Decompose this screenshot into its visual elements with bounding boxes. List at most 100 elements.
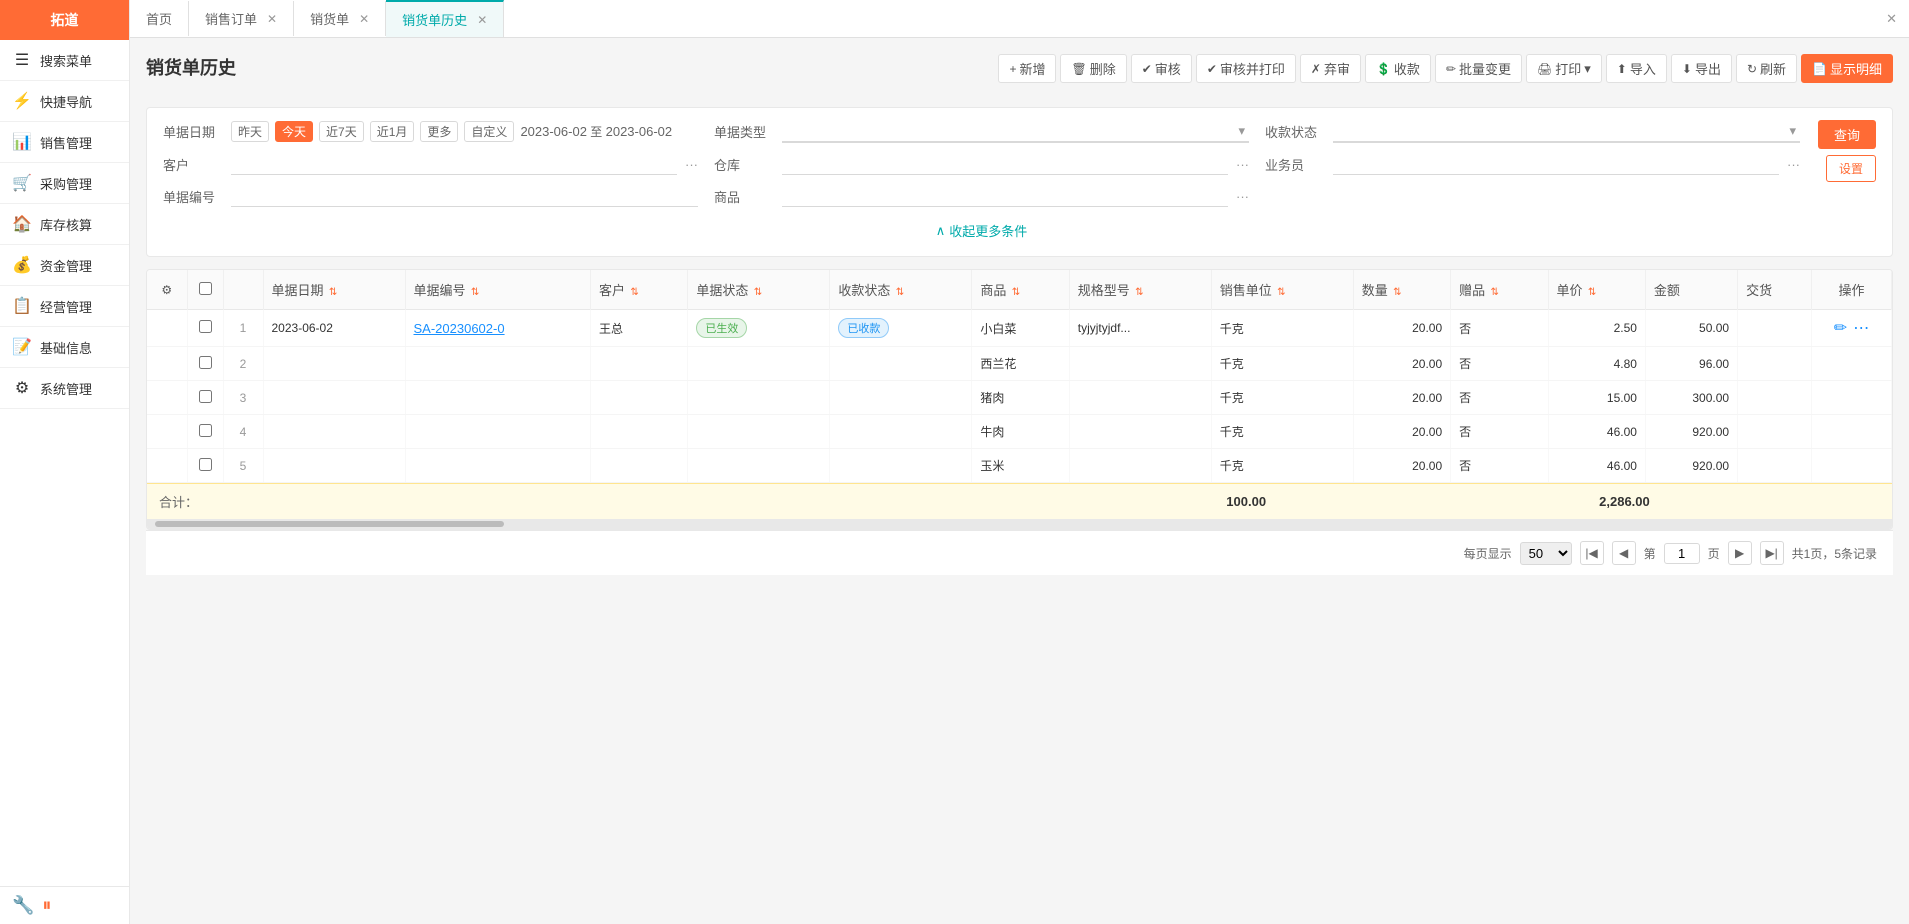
tab-sales-order[interactable]: 销售订单 ✕ bbox=[189, 1, 294, 36]
row-doc-no[interactable] bbox=[405, 381, 590, 415]
row-checkbox[interactable] bbox=[199, 424, 212, 437]
col-spec[interactable]: 规格型号 ⇅ bbox=[1069, 270, 1211, 310]
row-checkbox[interactable] bbox=[199, 458, 212, 471]
print-button[interactable]: 🖨 打印 ▾ bbox=[1526, 54, 1602, 83]
table-wrap: ⚙ 单据日期 ⇅ 单据编号 ⇅ bbox=[146, 269, 1893, 530]
row-checkbox[interactable] bbox=[199, 356, 212, 369]
audit-print-button[interactable]: ✔ 审核并打印 bbox=[1196, 54, 1296, 83]
sidebar-item-basic-info[interactable]: 📝 基础信息 bbox=[0, 327, 129, 368]
abandon-button[interactable]: ✗ 弃审 bbox=[1300, 54, 1361, 83]
date-1month-btn[interactable]: 近1月 bbox=[370, 121, 415, 142]
goods-dots[interactable]: ··· bbox=[1236, 189, 1249, 204]
doc-type-select-wrap[interactable]: ▾ bbox=[782, 120, 1249, 143]
goods-input[interactable] bbox=[782, 185, 1228, 207]
settings-bottom-icon[interactable]: 🔧 bbox=[12, 895, 34, 916]
col-doc-status[interactable]: 单据状态 ⇅ bbox=[688, 270, 830, 310]
sidebar-item-quick-nav[interactable]: ⚡ 快捷导航 bbox=[0, 81, 129, 122]
edit-op-btn[interactable]: ✏ bbox=[1834, 320, 1847, 337]
row-check[interactable] bbox=[187, 449, 223, 483]
col-unit[interactable]: 销售单位 ⇅ bbox=[1211, 270, 1353, 310]
query-button[interactable]: 查询 bbox=[1818, 120, 1876, 149]
col-gift[interactable]: 赠品 ⇅ bbox=[1451, 270, 1548, 310]
row-check[interactable] bbox=[187, 381, 223, 415]
doc-type-input[interactable] bbox=[782, 120, 1249, 142]
col-price[interactable]: 单价 ⇅ bbox=[1548, 270, 1645, 310]
row-checkbox[interactable] bbox=[199, 320, 212, 333]
date-more-btn[interactable]: 更多 bbox=[420, 121, 458, 142]
sidebar-item-purchase-mgmt[interactable]: 🛒 采购管理 bbox=[0, 163, 129, 204]
sales-mgmt-icon: 📊 bbox=[12, 132, 32, 152]
row-doc-date bbox=[263, 415, 405, 449]
business-dots[interactable]: ··· bbox=[1787, 157, 1800, 172]
pause-bottom-icon[interactable]: ⏸ bbox=[42, 895, 51, 916]
date-7days-btn[interactable]: 近7天 bbox=[319, 121, 364, 142]
row-check[interactable] bbox=[187, 347, 223, 381]
business-input[interactable] bbox=[1333, 153, 1779, 175]
col-doc-date[interactable]: 单据日期 ⇅ bbox=[263, 270, 405, 310]
date-custom-btn[interactable]: 自定义 bbox=[464, 121, 514, 142]
col-goods[interactable]: 商品 ⇅ bbox=[972, 270, 1069, 310]
select-all-checkbox[interactable] bbox=[199, 282, 212, 295]
sidebar-item-search-menu[interactable]: ☰ 搜索菜单 bbox=[0, 40, 129, 81]
tab-sales-history[interactable]: 销货单历史 ✕ bbox=[386, 0, 504, 37]
date-yesterday-btn[interactable]: 昨天 bbox=[231, 121, 269, 142]
filter-doc-type-field: 单据类型 ▾ bbox=[714, 120, 1249, 143]
prev-page-btn[interactable]: ◀ bbox=[1612, 541, 1636, 565]
col-check[interactable] bbox=[187, 270, 223, 310]
row-doc-no[interactable]: SA-20230602-0 bbox=[405, 310, 590, 347]
pay-status-select-wrap[interactable]: ▾ bbox=[1333, 120, 1800, 143]
col-doc-no[interactable]: 单据编号 ⇅ bbox=[405, 270, 590, 310]
sidebar-item-ops-mgmt[interactable]: 📋 经营管理 bbox=[0, 286, 129, 327]
date-today-btn[interactable]: 今天 bbox=[275, 121, 313, 142]
col-qty[interactable]: 数量 ⇅ bbox=[1353, 270, 1450, 310]
tab-home[interactable]: 首页 bbox=[130, 1, 189, 36]
import-button[interactable]: ⬆ 导入 bbox=[1606, 54, 1667, 83]
doc-no-link[interactable]: SA-20230602-0 bbox=[414, 321, 505, 336]
tab-sales-delivery[interactable]: 销货单 ✕ bbox=[294, 1, 386, 36]
docno-input[interactable] bbox=[231, 185, 698, 207]
col-customer[interactable]: 客户 ⇅ bbox=[590, 270, 687, 310]
sidebar-item-sales-mgmt[interactable]: 📊 销售管理 bbox=[0, 122, 129, 163]
sidebar-item-inventory[interactable]: 🏠 库存核算 bbox=[0, 204, 129, 245]
customer-dots[interactable]: ··· bbox=[685, 157, 698, 172]
collapse-btn[interactable]: ∧ 收起更多条件 bbox=[163, 217, 1800, 244]
warehouse-dots[interactable]: ··· bbox=[1236, 157, 1249, 172]
col-setting[interactable]: ⚙ bbox=[147, 270, 187, 310]
close-tab-sales-delivery[interactable]: ✕ bbox=[359, 12, 369, 26]
setting-button[interactable]: 设置 bbox=[1826, 155, 1876, 182]
pay-status-input[interactable] bbox=[1333, 120, 1800, 142]
export-button[interactable]: ⬇ 导出 bbox=[1671, 54, 1732, 83]
first-page-btn[interactable]: |◀ bbox=[1580, 541, 1604, 565]
row-spec: tyjyjtyjdf... bbox=[1069, 310, 1211, 347]
row-check[interactable] bbox=[187, 415, 223, 449]
row-check[interactable] bbox=[187, 310, 223, 347]
warehouse-input[interactable] bbox=[782, 153, 1228, 175]
delete-button[interactable]: 🗑 删除 bbox=[1060, 54, 1126, 83]
show-detail-button[interactable]: 📄 显示明细 bbox=[1801, 54, 1893, 83]
row-doc-status bbox=[688, 449, 830, 483]
sidebar-item-finance[interactable]: 💰 资金管理 bbox=[0, 245, 129, 286]
close-tab-sales-order[interactable]: ✕ bbox=[267, 12, 277, 26]
current-page-input[interactable] bbox=[1664, 543, 1700, 564]
row-spec bbox=[1069, 347, 1211, 381]
row-checkbox[interactable] bbox=[199, 390, 212, 403]
refresh-button[interactable]: ↻ 刷新 bbox=[1736, 54, 1797, 83]
page-size-select[interactable]: 50 100 200 bbox=[1520, 542, 1572, 565]
col-pay-status[interactable]: 收款状态 ⇅ bbox=[830, 270, 972, 310]
close-tab-sales-history[interactable]: ✕ bbox=[477, 13, 487, 27]
row-doc-no[interactable] bbox=[405, 449, 590, 483]
add-button[interactable]: + 新增 bbox=[998, 54, 1056, 83]
table-row: 1 2023-06-02 SA-20230602-0 王总 已生效 已收款 小白… bbox=[147, 310, 1892, 347]
next-page-btn[interactable]: ▶ bbox=[1728, 541, 1752, 565]
last-page-btn[interactable]: ▶| bbox=[1760, 541, 1784, 565]
show-detail-icon: 📄 bbox=[1812, 62, 1827, 76]
collect-button[interactable]: 💲 收款 bbox=[1365, 54, 1431, 83]
sidebar-item-system-mgmt[interactable]: ⚙ 系统管理 bbox=[0, 368, 129, 409]
customer-input[interactable] bbox=[231, 153, 677, 175]
tabs-close-all[interactable]: ✕ bbox=[1874, 3, 1909, 35]
batch-change-button[interactable]: ✏ 批量变更 bbox=[1435, 54, 1522, 83]
row-doc-no[interactable] bbox=[405, 415, 590, 449]
row-doc-no[interactable] bbox=[405, 347, 590, 381]
more-op-btn[interactable]: ⋯ bbox=[1853, 320, 1869, 337]
audit-button[interactable]: ✔ 审核 bbox=[1131, 54, 1192, 83]
